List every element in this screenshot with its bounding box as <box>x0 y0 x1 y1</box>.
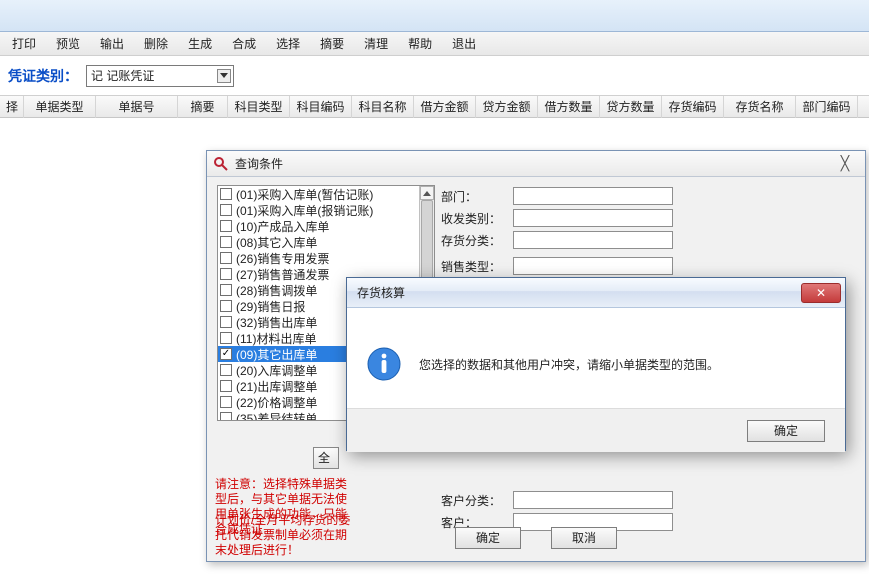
checkbox[interactable] <box>220 316 232 328</box>
column-header[interactable]: 存货编码 <box>662 96 724 118</box>
column-header[interactable]: 存货名称 <box>724 96 796 118</box>
list-item-label: (32)销售出库单 <box>236 314 317 331</box>
column-header[interactable]: 借方数量 <box>538 96 600 118</box>
message-dialog-title: 存货核算 <box>357 284 801 301</box>
message-text: 您选择的数据和其他用户冲突，请缩小单据类型的范围。 <box>419 356 719 373</box>
list-item[interactable]: (01)采购入库单(暂估记账) <box>218 186 419 202</box>
column-header[interactable]: 科目名称 <box>352 96 414 118</box>
toolbar-item[interactable]: 生成 <box>180 33 220 55</box>
column-header[interactable]: 单据类型 <box>24 96 96 118</box>
query-ok-button[interactable]: 确定 <box>455 527 521 549</box>
column-header[interactable]: 单据号 <box>96 96 178 118</box>
list-item-label: (26)销售专用发票 <box>236 250 329 267</box>
voucher-type-value: 记 记账凭证 <box>91 67 154 84</box>
list-item-label: (35)差异结转单 <box>236 410 317 421</box>
message-ok-button[interactable]: 确定 <box>747 420 825 442</box>
saletype-label: 销售类型： <box>441 258 513 275</box>
window-chrome <box>0 0 869 32</box>
checkbox[interactable] <box>220 380 232 392</box>
checkbox[interactable] <box>220 220 232 232</box>
dept-field[interactable] <box>513 187 673 205</box>
checkbox[interactable] <box>220 252 232 264</box>
checkbox[interactable] <box>220 268 232 280</box>
message-dialog: 存货核算 ✕ 您选择的数据和其他用户冲突，请缩小单据类型的范围。 确定 <box>346 277 846 451</box>
query-cancel-button[interactable]: 取消 <box>551 527 617 549</box>
message-dialog-titlebar[interactable]: 存货核算 ✕ <box>347 278 845 308</box>
toolbar-item[interactable]: 输出 <box>92 33 132 55</box>
list-item-label: (29)销售日报 <box>236 298 305 315</box>
column-header[interactable]: 贷方数量 <box>600 96 662 118</box>
checkbox[interactable] <box>220 204 232 216</box>
list-item-label: (01)采购入库单(报销记账) <box>236 202 373 219</box>
list-item[interactable]: (01)采购入库单(报销记账) <box>218 202 419 218</box>
list-item-label: (09)其它出库单 <box>236 346 317 363</box>
main-toolbar: 打印预览输出删除生成合成选择摘要清理帮助退出 <box>0 32 869 56</box>
toolbar-item[interactable]: 退出 <box>444 33 484 55</box>
toolbar-item[interactable]: 合成 <box>224 33 264 55</box>
close-icon: ✕ <box>816 286 826 300</box>
column-header[interactable]: 贷方金额 <box>476 96 538 118</box>
checkbox[interactable] <box>220 300 232 312</box>
select-all-button[interactable]: 全消 <box>313 447 339 469</box>
column-header[interactable]: 借方金额 <box>414 96 476 118</box>
toolbar-item[interactable]: 选择 <box>268 33 308 55</box>
column-header[interactable]: 部门编码 <box>796 96 858 118</box>
voucher-type-select[interactable]: 记 记账凭证 <box>86 65 234 87</box>
voucher-row: 凭证类别： 记 记账凭证 <box>0 56 869 96</box>
close-icon[interactable]: ╳ <box>831 155 859 173</box>
toolbar-item[interactable]: 预览 <box>48 33 88 55</box>
shoufa-field[interactable] <box>513 209 673 227</box>
toolbar-item[interactable]: 清理 <box>356 33 396 55</box>
checkbox[interactable] <box>220 332 232 344</box>
shoufa-label: 收发类别： <box>441 210 513 227</box>
list-item-label: (28)销售调拨单 <box>236 282 317 299</box>
list-item-label: (08)其它入库单 <box>236 234 317 251</box>
search-icon <box>213 156 229 172</box>
toolbar-item[interactable]: 删除 <box>136 33 176 55</box>
checkbox[interactable] <box>220 396 232 408</box>
stockcat-field[interactable] <box>513 231 673 249</box>
checkbox[interactable] <box>220 412 232 420</box>
column-header[interactable]: 摘要 <box>178 96 228 118</box>
saletype-field[interactable] <box>513 257 673 275</box>
toolbar-item[interactable]: 摘要 <box>312 33 352 55</box>
custcat-field[interactable] <box>513 491 673 509</box>
close-button[interactable]: ✕ <box>801 283 841 303</box>
voucher-type-label: 凭证类别： <box>8 66 86 86</box>
list-item-label: (10)产成品入库单 <box>236 218 329 235</box>
query-dialog-titlebar[interactable]: 查询条件 ╳ <box>207 151 865 177</box>
checkbox[interactable] <box>220 348 232 360</box>
list-item-label: (20)入库调整单 <box>236 362 317 379</box>
checkbox[interactable] <box>220 364 232 376</box>
chevron-down-icon[interactable] <box>217 69 231 83</box>
list-item-label: (27)销售普通发票 <box>236 266 329 283</box>
list-item[interactable]: (26)销售专用发票 <box>218 250 419 266</box>
stockcat-label: 存货分类： <box>441 232 513 249</box>
toolbar-item[interactable]: 帮助 <box>400 33 440 55</box>
grid-column-headers: 择单据类型单据号摘要科目类型科目编码科目名称借方金额贷方金额借方数量贷方数量存货… <box>0 96 869 118</box>
column-header[interactable]: 择 <box>0 96 24 118</box>
checkbox[interactable] <box>220 284 232 296</box>
list-item-label: (22)价格调整单 <box>236 394 317 411</box>
list-item[interactable]: (08)其它入库单 <box>218 234 419 250</box>
list-item-label: (01)采购入库单(暂估记账) <box>236 186 373 203</box>
column-header[interactable]: 科目类型 <box>228 96 290 118</box>
checkbox[interactable] <box>220 188 232 200</box>
checkbox[interactable] <box>220 236 232 248</box>
info-icon <box>367 347 401 381</box>
column-header[interactable]: 科目编码 <box>290 96 352 118</box>
list-item-label: (21)出库调整单 <box>236 378 317 395</box>
dept-label: 部门： <box>441 188 513 205</box>
toolbar-item[interactable]: 打印 <box>4 33 44 55</box>
query-dialog-title: 查询条件 <box>235 155 831 172</box>
custcat-label: 客户分类： <box>441 492 513 509</box>
scroll-up-icon[interactable] <box>420 186 434 200</box>
list-item[interactable]: (10)产成品入库单 <box>218 218 419 234</box>
list-item-label: (11)材料出库单 <box>236 330 316 347</box>
